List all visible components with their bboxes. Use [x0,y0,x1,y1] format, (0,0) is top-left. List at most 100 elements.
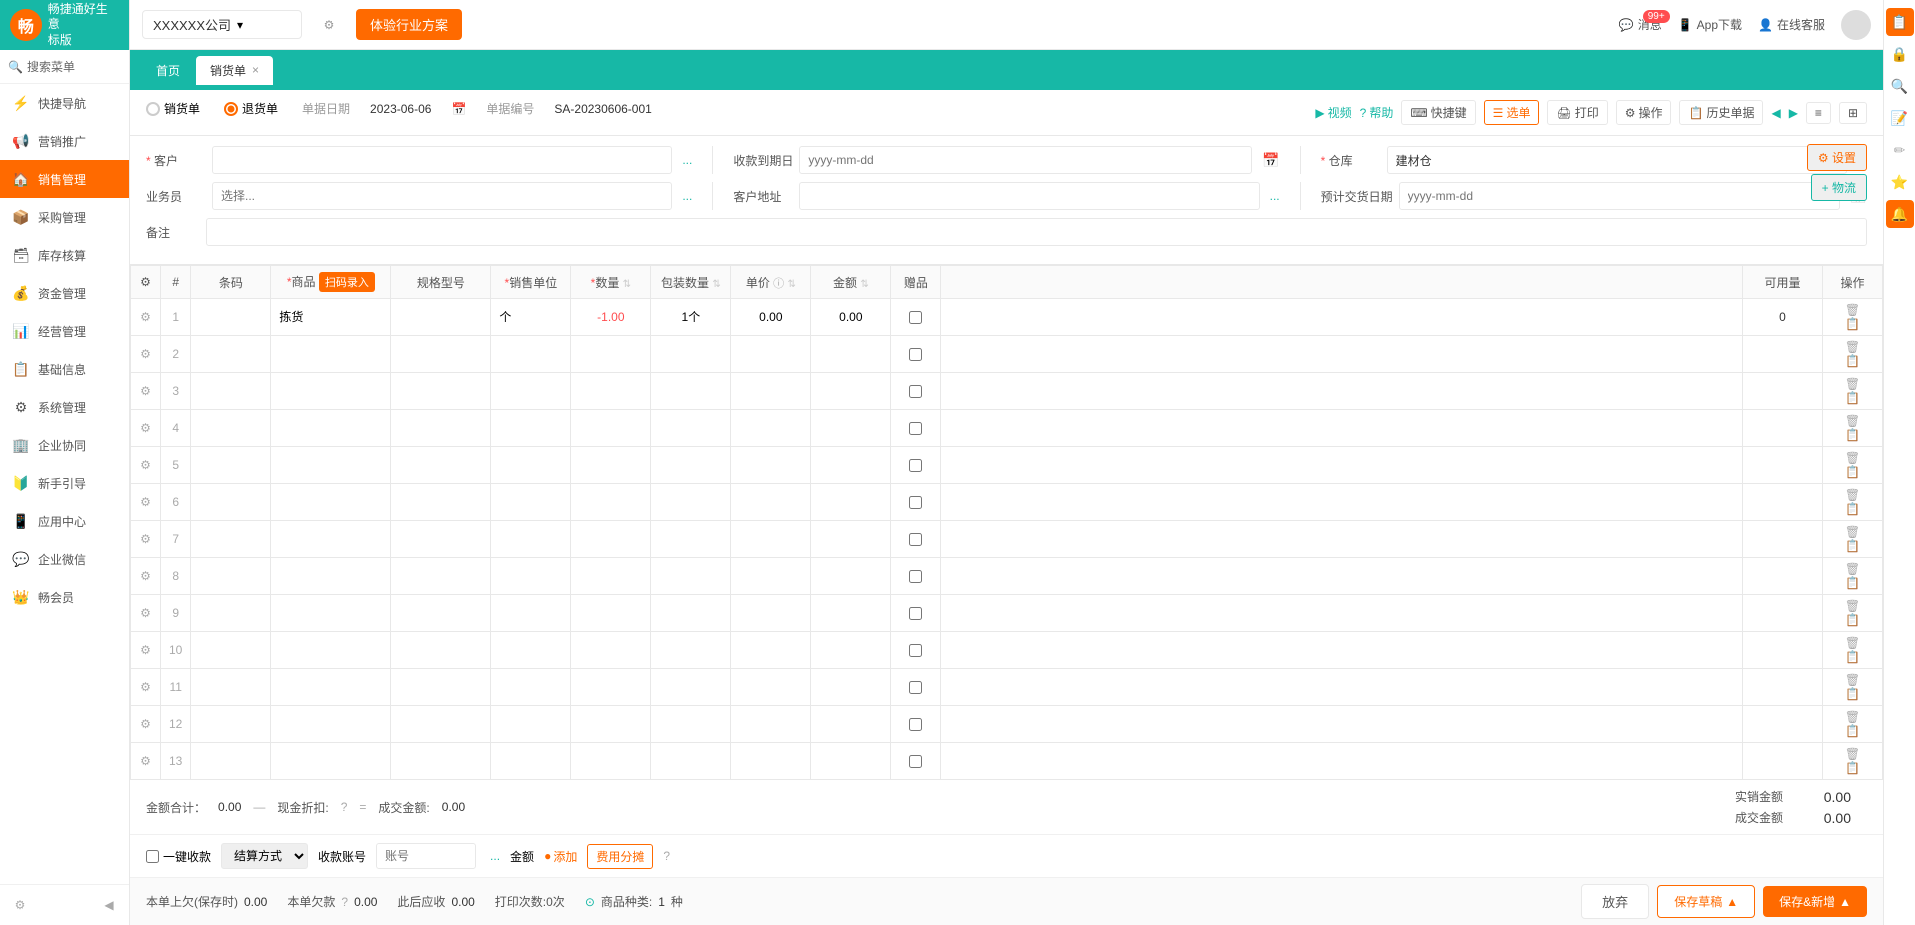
row-unit-4[interactable] [491,447,571,484]
row-settings-8[interactable]: ⚙ [131,595,161,632]
row-settings-0[interactable]: ⚙ [131,299,161,336]
row-product-10[interactable] [271,669,391,706]
row-pkg-qty-8[interactable] [651,595,731,632]
copy-icon-8[interactable]: 📋 [1845,613,1860,627]
row-barcode-5[interactable] [191,484,271,521]
sidebar-item-guide[interactable]: 🔰 新手引导 [0,464,129,502]
copy-icon-7[interactable]: 📋 [1845,576,1860,590]
row-price-7[interactable] [731,558,811,595]
row-settings-2[interactable]: ⚙ [131,373,161,410]
row-settings-4[interactable]: ⚙ [131,447,161,484]
row-amount-7[interactable] [811,558,891,595]
sidebar-item-member[interactable]: 👑 畅会员 [0,578,129,616]
scan-barcode-btn[interactable]: 扫码录入 [319,272,375,292]
copy-icon-5[interactable]: 📋 [1845,502,1860,516]
row-price-11[interactable] [731,706,811,743]
row-pkg-qty-4[interactable] [651,447,731,484]
customer-input[interactable] [212,146,672,174]
row-settings-9[interactable]: ⚙ [131,632,161,669]
row-amount-1[interactable] [811,336,891,373]
fee-split-button[interactable]: 费用分摊 [587,844,653,869]
settings-bottom-icon[interactable]: ⚙ [8,893,32,917]
help-link[interactable]: ? 帮助 [1360,104,1394,121]
row-barcode-10[interactable] [191,669,271,706]
row-qty-1[interactable] [571,336,651,373]
row-price-5[interactable] [731,484,811,521]
delete-icon-10[interactable]: 🗑 [1845,673,1860,687]
copy-icon-0[interactable]: 📋 [1845,317,1860,331]
customer-dots[interactable]: ... [682,153,692,167]
row-amount-9[interactable] [811,632,891,669]
date-calendar-icon[interactable]: 📅 [451,102,466,116]
delete-icon-2[interactable]: 🗑 [1845,377,1860,391]
row-amount-11[interactable] [811,706,891,743]
row-spec-3[interactable] [391,410,491,447]
row-product-4[interactable] [271,447,391,484]
bank-account-input[interactable] [376,843,476,869]
row-unit-2[interactable] [491,373,571,410]
row-product-5[interactable] [271,484,391,521]
delete-icon-6[interactable]: 🗑 [1845,525,1860,539]
copy-icon-6[interactable]: 📋 [1845,539,1860,553]
row-pkg-qty-12[interactable] [651,743,731,780]
row-pkg-qty-10[interactable] [651,669,731,706]
row-gift-11[interactable] [891,706,941,743]
copy-icon-2[interactable]: 📋 [1845,391,1860,405]
abandon-button[interactable]: 放弃 [1581,884,1649,919]
row-barcode-11[interactable] [191,706,271,743]
copy-icon-12[interactable]: 📋 [1845,761,1860,775]
rs-icon-star[interactable]: ⭐ [1886,168,1914,196]
row-unit-6[interactable] [491,521,571,558]
row-pkg-qty-3[interactable] [651,410,731,447]
radio-return-order[interactable]: 退货单 [224,100,278,117]
row-settings-11[interactable]: ⚙ [131,706,161,743]
row-product-8[interactable] [271,595,391,632]
row-qty-4[interactable] [571,447,651,484]
video-link[interactable]: ▶ 视频 [1315,104,1351,121]
form-settings-button[interactable]: ⚙ 设置 [1807,144,1867,171]
ops-btn[interactable]: ⚙ 操作 [1616,100,1672,125]
list-view-btn[interactable]: ≡ [1806,102,1831,124]
row-unit-11[interactable] [491,706,571,743]
copy-icon-9[interactable]: 📋 [1845,650,1860,664]
add-btn[interactable]: ●添加 [544,848,577,865]
row-unit-0[interactable] [491,299,571,336]
row-barcode-9[interactable] [191,632,271,669]
row-product-3[interactable] [271,410,391,447]
online-service-btn[interactable]: 👤 在线客服 [1758,16,1825,33]
sidebar-item-operations[interactable]: 📊 经营管理 [0,312,129,350]
row-gift-6[interactable] [891,521,941,558]
row-price-4[interactable] [731,447,811,484]
row-product-12[interactable] [271,743,391,780]
row-amount-6[interactable] [811,521,891,558]
row-price-8[interactable] [731,595,811,632]
row-qty-2[interactable] [571,373,651,410]
row-pkg-qty-6[interactable] [651,521,731,558]
delete-icon-0[interactable]: 🗑 [1845,303,1860,317]
delete-icon-5[interactable]: 🗑 [1845,488,1860,502]
row-gift-12[interactable] [891,743,941,780]
sidebar-item-quick-nav[interactable]: ⚡ 快捷导航 [0,84,129,122]
delete-icon-9[interactable]: 🗑 [1845,636,1860,650]
radio-sales-order[interactable]: 销货单 [146,100,200,117]
remarks-input[interactable] [206,218,1867,246]
row-amount-4[interactable] [811,447,891,484]
row-price-12[interactable] [731,743,811,780]
message-btn[interactable]: 💬 消息 99+ [1619,16,1662,33]
row-amount-12[interactable] [811,743,891,780]
delete-icon-1[interactable]: 🗑 [1845,340,1860,354]
delete-icon-3[interactable]: 🗑 [1845,414,1860,428]
row-spec-5[interactable] [391,484,491,521]
tab-home[interactable]: 首页 [142,56,194,85]
sidebar-item-enterprise[interactable]: 🏢 企业协同 [0,426,129,464]
row-qty-7[interactable] [571,558,651,595]
row-gift-7[interactable] [891,558,941,595]
curr-owe-help-icon[interactable]: ? [341,895,348,909]
row-settings-6[interactable]: ⚙ [131,521,161,558]
row-spec-2[interactable] [391,373,491,410]
row-spec-1[interactable] [391,336,491,373]
row-product-1[interactable] [271,336,391,373]
sidebar-item-basic[interactable]: 📋 基础信息 [0,350,129,388]
row-gift-4[interactable] [891,447,941,484]
delete-icon-12[interactable]: 🗑 [1845,747,1860,761]
